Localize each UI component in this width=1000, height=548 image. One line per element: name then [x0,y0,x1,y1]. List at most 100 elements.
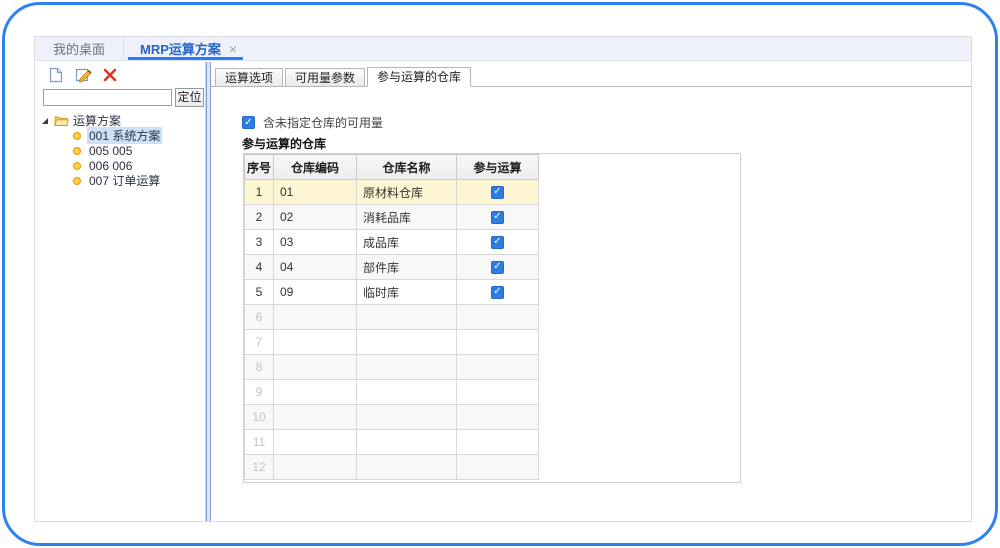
cell-no: 10 [244,404,274,430]
tree-item-label: 001 系统方案 [87,127,163,144]
table-row[interactable]: 4 04 部件库 [244,254,539,280]
cell-name[interactable]: 成品库 [356,229,457,255]
tree-root-node[interactable]: 运算方案 [35,113,205,128]
cell-code[interactable] [273,454,357,480]
table-row[interactable]: 2 02 消耗品库 [244,204,539,230]
cell-code[interactable] [273,304,357,330]
table-row[interactable]: 3 03 成品库 [244,229,539,255]
table-row[interactable]: 5 09 临时库 [244,279,539,305]
cell-code[interactable] [273,354,357,380]
cell-participate [456,454,539,480]
tree-item-006[interactable]: 006 006 [35,158,205,173]
cell-participate [456,429,539,455]
cell-name[interactable] [356,379,457,405]
cell-code[interactable]: 03 [273,229,357,255]
tab-availability-params[interactable]: 可用量参数 [285,68,366,86]
cell-name[interactable] [356,429,457,455]
cell-no: 1 [244,179,274,205]
participate-checkbox[interactable] [491,285,504,299]
main-panel: 运算选项 可用量参数 参与运算的仓库 含未指定仓库的可用量 参与运算的仓库 [211,62,971,521]
tree-item-001[interactable]: 001 系统方案 [35,127,205,144]
cell-no: 11 [244,429,274,455]
cell-participate [456,354,539,380]
cell-no: 8 [244,354,274,380]
tree-node-icon [73,161,81,170]
cell-name[interactable] [356,354,457,380]
cell-no: 12 [244,454,274,480]
col-header-code: 仓库编码 [273,154,357,180]
warehouse-table: 序号 仓库编码 仓库名称 参与运算 1 01 原材料仓库 ✓ 2 02 消耗品库… [244,154,539,480]
table-row[interactable]: 8 [244,354,539,380]
cell-code[interactable]: 09 [273,279,357,305]
tab-my-desktop-label: 我的桌面 [53,42,106,57]
cell-no: 3 [244,229,274,255]
table-row[interactable]: 9 [244,379,539,405]
cell-no: 2 [244,204,274,230]
cell-name[interactable]: 临时库 [356,279,457,305]
include-unassigned-checkbox[interactable] [242,116,255,129]
app-tab-bar: 我的桌面 MRP运算方案 × [35,37,971,61]
table-row[interactable]: 11 [244,429,539,455]
cell-code[interactable] [273,379,357,405]
tree-node-icon [73,176,81,185]
delete-icon[interactable] [101,67,119,83]
tree-search-input[interactable] [43,88,172,106]
cell-participate [456,204,539,230]
tree-expand-icon[interactable] [41,117,49,125]
cell-name[interactable] [356,454,457,480]
tree-item-label: 007 订单运算 [89,174,161,188]
table-row[interactable]: 12 [244,454,539,480]
tree-item-label: 006 006 [89,158,133,173]
cell-code[interactable]: 04 [273,254,357,280]
scheme-tree: 运算方案 001 系统方案 005 005 006 006 007 订单运算 [35,113,205,188]
cell-name[interactable]: 消耗品库 [356,204,457,230]
cell-participate [456,304,539,330]
table-row[interactable]: 7 [244,329,539,355]
main-tab-bar: 运算选项 可用量参数 参与运算的仓库 [211,67,971,87]
table-row[interactable]: 1 01 原材料仓库 [244,179,539,205]
cell-name[interactable]: 原材料仓库 [356,179,457,205]
participate-checkbox[interactable] [491,260,504,274]
cell-no: 9 [244,379,274,405]
section-title: 参与运算的仓库 [242,137,327,151]
tree-node-icon [73,131,81,140]
sidebar-toolbar [35,62,205,86]
tab-mrp-scheme[interactable]: MRP运算方案 × [124,37,247,60]
cell-name[interactable]: 部件库 [356,254,457,280]
tab-my-desktop[interactable]: 我的桌面 [35,37,125,60]
sidebar-search-row: 定位 [35,86,205,108]
cell-participate [456,404,539,430]
tab-participating-warehouses[interactable]: 参与运算的仓库 [367,67,472,87]
col-header-participate: 参与运算 [456,154,539,180]
cell-code[interactable] [273,429,357,455]
participate-checkbox[interactable] [491,185,504,199]
table-row[interactable]: 10 [244,404,539,430]
warehouse-grid-container: 序号 仓库编码 仓库名称 参与运算 1 01 原材料仓库 ✓ 2 02 消耗品库… [243,153,741,483]
screenshot-stage: 我的桌面 MRP运算方案 × 定位 运算方案 001 系统方案 005 005 … [0,0,1000,548]
cell-name[interactable] [356,304,457,330]
cell-name[interactable] [356,404,457,430]
app-body: 定位 运算方案 001 系统方案 005 005 006 006 007 订单运… [35,62,971,521]
tab-calc-options[interactable]: 运算选项 [215,68,284,86]
window-frame: 我的桌面 MRP运算方案 × 定位 运算方案 001 系统方案 005 005 … [2,2,998,546]
cell-name[interactable] [356,329,457,355]
cell-code[interactable] [273,329,357,355]
table-row[interactable]: 6 [244,304,539,330]
cell-code[interactable] [273,404,357,430]
participate-checkbox[interactable] [491,210,504,224]
cell-participate [456,379,539,405]
edit-icon[interactable] [74,67,92,83]
close-tab-icon[interactable]: × [229,41,237,57]
cell-no: 4 [244,254,274,280]
cell-participate [456,279,539,305]
cell-code[interactable]: 02 [273,204,357,230]
tree-item-007[interactable]: 007 订单运算 [35,173,205,188]
cell-code[interactable]: 01 [273,179,357,205]
cell-participate [456,229,539,255]
locate-button[interactable]: 定位 [175,87,204,107]
participate-checkbox[interactable] [491,235,504,249]
tree-item-005[interactable]: 005 005 [35,143,205,158]
folder-open-icon [54,116,69,126]
new-document-icon[interactable] [47,67,65,83]
include-unassigned-row: 含未指定仓库的可用量 [242,114,383,131]
